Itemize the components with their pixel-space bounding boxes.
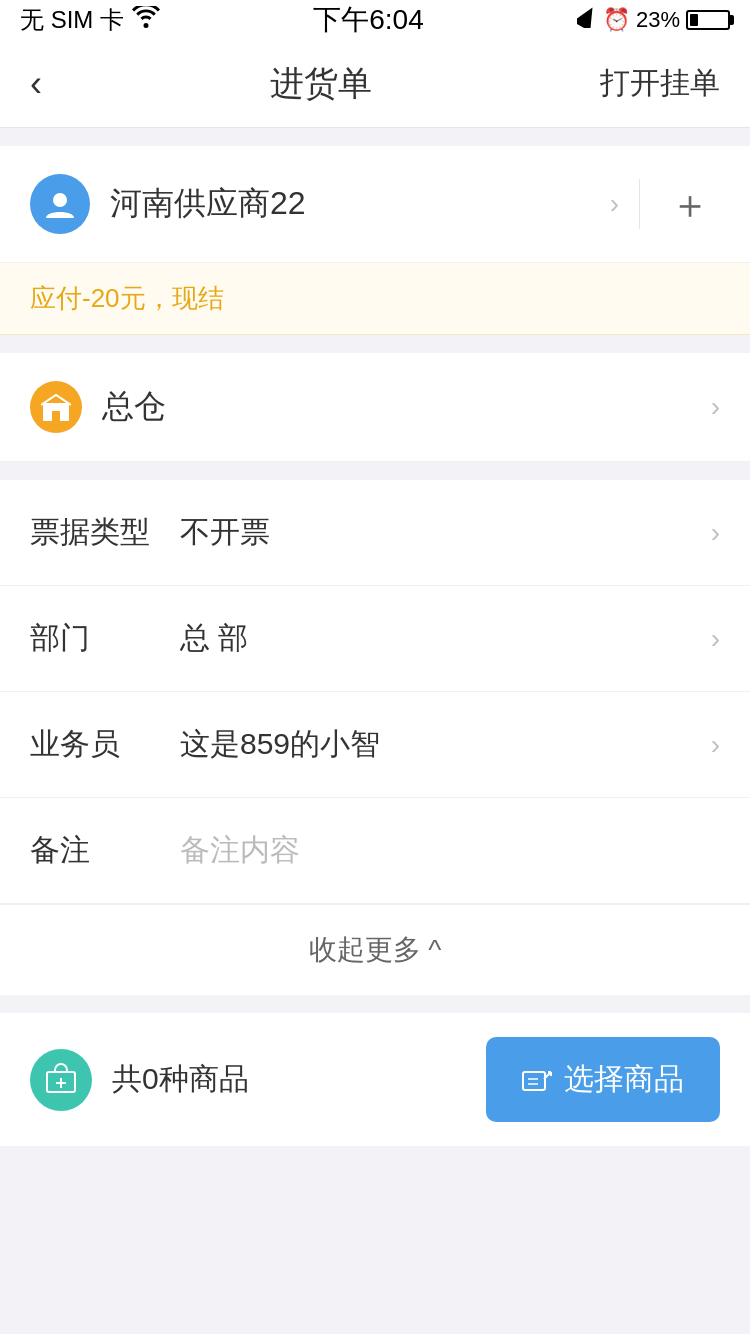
status-left: 无 SIM 卡 [20,4,160,36]
collapse-row[interactable]: 收起更多 ^ [0,904,750,995]
status-time: 下午6:04 [313,1,424,39]
warehouse-icon [30,381,82,433]
wifi-icon [132,6,160,34]
add-supplier-button[interactable]: ＋ [660,177,720,232]
supplier-avatar [30,174,90,234]
salesperson-value: 这是859的小智 [160,724,711,765]
page-title: 进货单 [270,61,372,107]
vertical-divider [639,179,640,229]
invoice-type-chevron-icon: › [711,517,720,549]
supplier-row[interactable]: 河南供应商22 › ＋ [0,146,750,263]
gap-2 [0,462,750,480]
invoice-type-value: 不开票 [160,512,711,553]
open-pending-button[interactable]: 打开挂单 [600,63,720,104]
select-product-label: 选择商品 [564,1059,684,1100]
location-icon [577,6,597,34]
collapse-label: 收起更多 ^ [309,931,442,969]
alarm-icon: ⏰ [603,7,630,33]
product-count: 共0种商品 [112,1059,466,1100]
supplier-card: 河南供应商22 › ＋ 应付-20元，现结 [0,146,750,335]
supplier-chevron-icon: › [610,188,619,220]
notice-row: 应付-20元，现结 [0,263,750,335]
svg-rect-2 [52,411,60,421]
battery-icon [686,10,730,30]
department-row[interactable]: 部门 总 部 › [0,586,750,692]
department-chevron-icon: › [711,623,720,655]
department-value: 总 部 [160,618,711,659]
salesperson-row[interactable]: 业务员 这是859的小智 › [0,692,750,798]
notice-text: 应付-20元，现结 [30,283,224,313]
status-right: ⏰ 23% [577,6,730,34]
department-label: 部门 [30,618,160,659]
salesperson-label: 业务员 [30,724,160,765]
svg-point-0 [53,193,67,207]
warehouse-chevron-icon: › [711,391,720,423]
carrier-label: 无 SIM 卡 [20,4,124,36]
supplier-name: 河南供应商22 [110,182,590,226]
battery-percent: 23% [636,7,680,33]
remark-input[interactable]: 备注内容 [160,830,720,871]
product-icon [30,1049,92,1111]
nav-bar: ‹ 进货单 打开挂单 [0,40,750,128]
gap-1 [0,335,750,353]
warehouse-name: 总仓 [102,385,711,429]
status-bar: 无 SIM 卡 下午6:04 ⏰ 23% [0,0,750,40]
bottom-section: 共0种商品 选择商品 [0,1013,750,1146]
salesperson-chevron-icon: › [711,729,720,761]
svg-rect-6 [523,1072,545,1090]
remark-label: 备注 [30,830,160,871]
warehouse-row[interactable]: 总仓 › [0,353,750,462]
remark-row[interactable]: 备注 备注内容 [0,798,750,904]
top-divider [0,128,750,146]
select-product-button[interactable]: 选择商品 [486,1037,720,1122]
page-background [0,1146,750,1334]
back-button[interactable]: ‹ [30,63,42,105]
form-card: 票据类型 不开票 › 部门 总 部 › 业务员 这是859的小智 › 备注 备注… [0,480,750,995]
invoice-type-row[interactable]: 票据类型 不开票 › [0,480,750,586]
invoice-type-label: 票据类型 [30,512,160,553]
